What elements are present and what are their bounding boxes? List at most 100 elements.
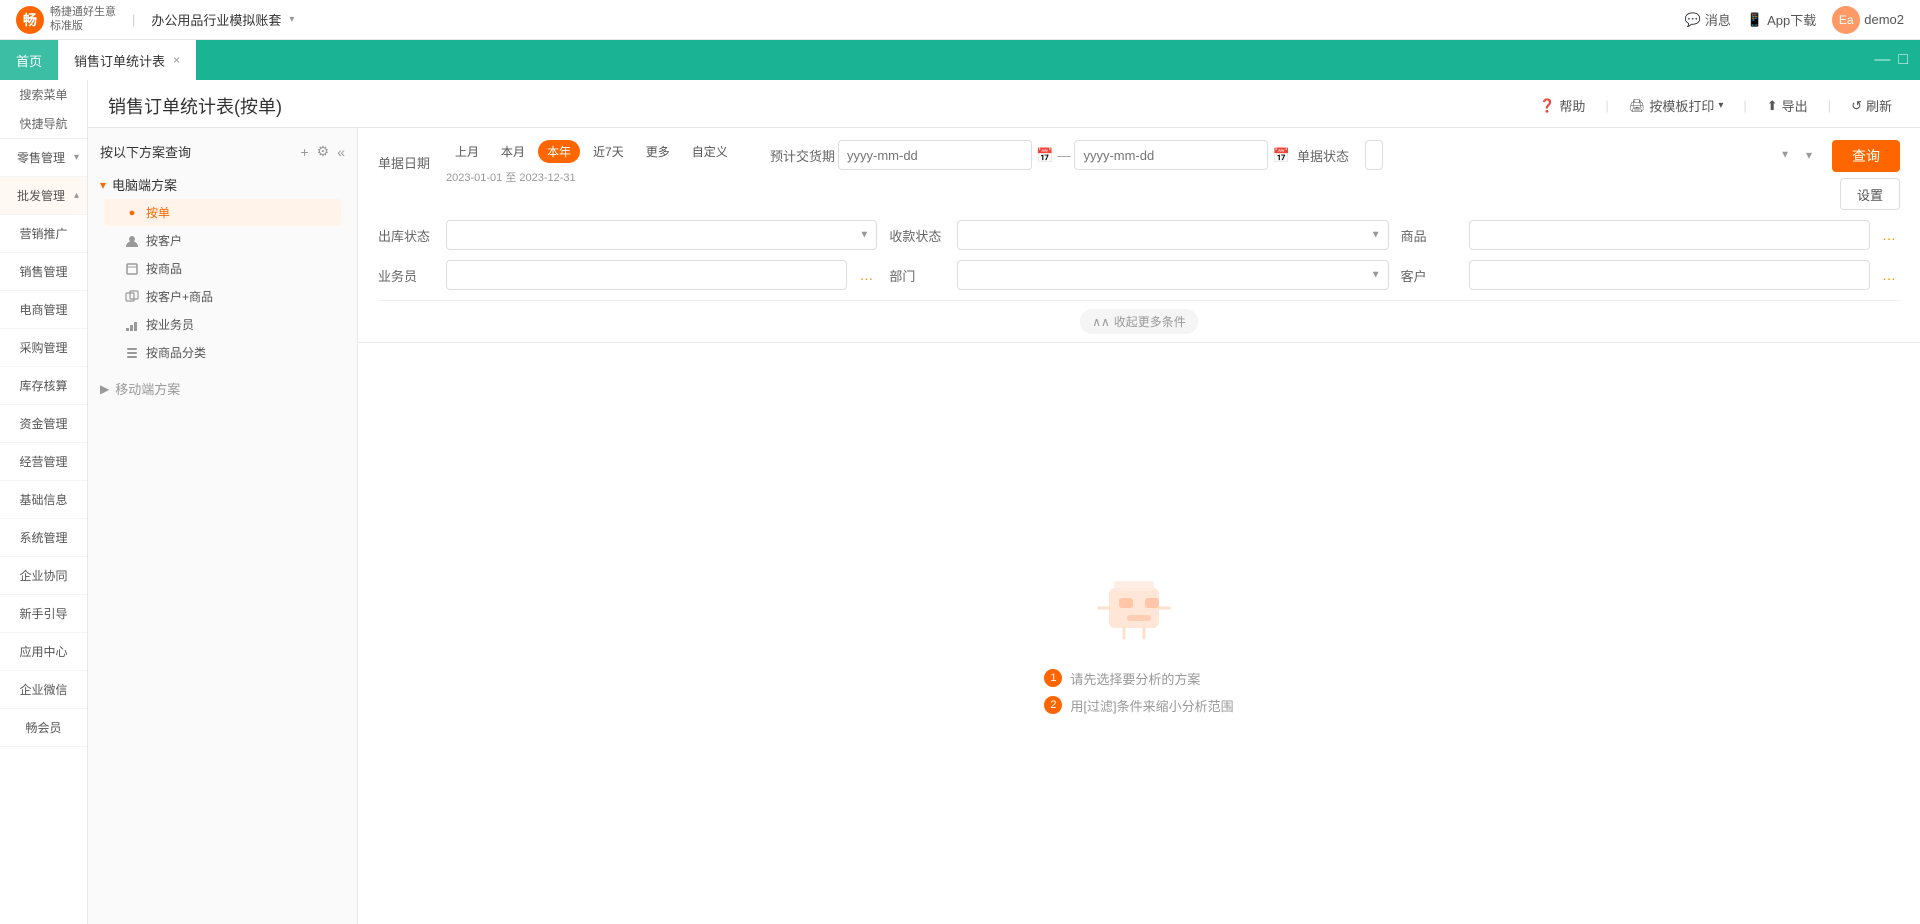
scheme-item-by-customer[interactable]: 按客户 [104, 227, 341, 254]
salesman-ellipsis-icon[interactable]: … [855, 267, 877, 283]
app-download-button[interactable]: 📱 App下载 [1747, 10, 1816, 29]
print-button[interactable]: 🖨 按模板打印 ▾ [1621, 92, 1732, 119]
sidebar-item-inventory[interactable]: 库存核算 [0, 367, 87, 405]
shortcut-7days[interactable]: 近7天 [584, 140, 633, 163]
bill-status-select-wrapper [1365, 140, 1798, 170]
bill-status-select[interactable] [1365, 140, 1383, 170]
tab-sales-order-stats[interactable]: 销售订单统计表 × [58, 40, 196, 80]
customer-input[interactable] [1469, 260, 1870, 290]
sidebar-item-member[interactable]: 畅会员 [0, 709, 87, 747]
expected-date-from[interactable] [838, 140, 1032, 170]
scheme-item-by-goods-category[interactable]: 按商品分类 [104, 339, 341, 366]
query-button[interactable]: 查询 [1832, 140, 1900, 172]
scheme-item-icon-salesman [124, 317, 140, 333]
goods-input[interactable] [1469, 220, 1870, 250]
empty-illustration [1089, 553, 1189, 653]
empty-tip-2: 2 用[过滤]条件来缩小分析范围 [1044, 696, 1233, 715]
tab-home[interactable]: 首页 [0, 40, 58, 80]
expected-date-to[interactable] [1074, 140, 1268, 170]
mobile-category-toggle[interactable]: ▶ 移动端方案 [100, 375, 345, 402]
customer-label: 客户 [1401, 266, 1461, 285]
help-button[interactable]: ❓ 帮助 [1531, 92, 1593, 119]
salesman-input[interactable] [446, 260, 847, 290]
bill-status-field: 单据状态 ▾ [1297, 140, 1812, 170]
empty-state: 1 请先选择要分析的方案 2 用[过滤]条件来缩小分析范围 [358, 343, 1920, 924]
scheme-add-icon[interactable]: + [300, 144, 308, 160]
user-menu[interactable]: Ea demo2 [1832, 6, 1904, 34]
receipt-status-select[interactable] [957, 220, 1388, 250]
pc-scheme-category: ▾ 电脑端方案 ● 按单 按客户 [88, 167, 357, 371]
message-button[interactable]: 💬 消息 [1685, 10, 1731, 29]
scheme-item-by-goods[interactable]: 按商品 [104, 255, 341, 282]
customer-ellipsis-icon[interactable]: … [1878, 267, 1900, 283]
scheme-item-icon-customer-goods [124, 289, 140, 305]
shortcut-this-month[interactable]: 本月 [492, 140, 534, 163]
scheme-item-icon-goods-category [124, 345, 140, 361]
goods-ellipsis-icon[interactable]: … [1878, 227, 1900, 243]
print-dropdown-icon[interactable]: ▾ [1718, 100, 1723, 111]
refresh-button[interactable]: ↺ 刷新 [1843, 92, 1900, 119]
sidebar-quick-nav[interactable]: 快捷导航 [0, 109, 87, 139]
scheme-item-by-customer-goods[interactable]: 按客户+商品 [104, 283, 341, 310]
tab-maximize-icon[interactable]: □ [1898, 51, 1908, 69]
pc-category-toggle[interactable]: ▾ 电脑端方案 [100, 171, 345, 198]
app-title: 办公用品行业模拟账套 [151, 10, 281, 29]
empty-tips: 1 请先选择要分析的方案 2 用[过滤]条件来缩小分析范围 [1044, 669, 1233, 715]
bill-date-label: 单据日期 [378, 153, 438, 172]
sidebar-item-system[interactable]: 系统管理 [0, 519, 87, 557]
nav-tabs: 首页 销售订单统计表 × — □ [0, 40, 1920, 80]
sidebar-item-purchase[interactable]: 采购管理 [0, 329, 87, 367]
sidebar-item-marketing[interactable]: 营销推广 [0, 215, 87, 253]
page-actions: ❓ 帮助 | 🖨 按模板打印 ▾ | ⬆ 导出 | ↺ 刷新 [1531, 92, 1900, 119]
page-header: 销售订单统计表(按单) ❓ 帮助 | 🖨 按模板打印 ▾ | ⬆ 导出 | [88, 80, 1920, 128]
export-button[interactable]: ⬆ 导出 [1759, 92, 1816, 119]
main-layout: 搜索菜单 快捷导航 零售管理 ▾ 批发管理 ▴ 营销推广 销售管理 电商管理 采… [0, 80, 1920, 924]
user-avatar: Ea [1832, 6, 1860, 34]
scheme-item-icon-customer [124, 233, 140, 249]
sidebar-item-sales[interactable]: 销售管理 [0, 253, 87, 291]
sidebar-item-wechat[interactable]: 企业微信 [0, 671, 87, 709]
sidebar-item-enterprise[interactable]: 企业协同 [0, 557, 87, 595]
sidebar-item-finance[interactable]: 资金管理 [0, 405, 87, 443]
wholesale-expand-icon: ▴ [74, 190, 79, 201]
bottom-section: 按以下方案查询 + ⚙ « ▾ 电脑端方案 ● 按单 [88, 128, 1920, 924]
scheme-edit-icon[interactable]: ⚙ [317, 143, 330, 160]
settings-button[interactable]: 设置 [1840, 178, 1900, 210]
shortcut-more[interactable]: 更多 [637, 140, 679, 163]
date-range-inputs: 📅 — 📅 [838, 140, 1290, 170]
shortcut-last-month[interactable]: 上月 [446, 140, 488, 163]
right-content: 单据日期 上月 本月 本年 近7天 更多 自定义 20 [358, 128, 1920, 924]
shortcut-custom[interactable]: 自定义 [683, 140, 737, 163]
receipt-status-label: 收款状态 [889, 226, 949, 245]
scheme-item-by-order[interactable]: ● 按单 [104, 199, 341, 226]
date-to-calendar-icon[interactable]: 📅 [1272, 147, 1289, 164]
delivery-status-select[interactable] [446, 220, 877, 250]
delivery-status-label: 出库状态 [378, 226, 438, 245]
scheme-item-by-salesman[interactable]: 按业务员 [104, 311, 341, 338]
receipt-status-select-wrapper [957, 220, 1388, 250]
bill-status-dropdown-icon[interactable]: ▾ [1806, 148, 1812, 162]
top-bar: 畅 畅捷通好生意 标准版 | 办公用品行业模拟账套 ▾ 💬 消息 📱 App下载… [0, 0, 1920, 40]
customer-field: 客户 … [1401, 260, 1900, 290]
tab-close-icon[interactable]: × [173, 53, 180, 67]
dept-select[interactable] [957, 260, 1388, 290]
print-icon: 🖨 [1629, 98, 1646, 114]
salesman-label: 业务员 [378, 266, 438, 285]
sidebar-item-wholesale[interactable]: 批发管理 ▴ [0, 177, 87, 215]
sidebar-item-app-center[interactable]: 应用中心 [0, 633, 87, 671]
date-from-calendar-icon[interactable]: 📅 [1036, 147, 1053, 164]
collapse-bar: ∧∧ 收起更多条件 [378, 300, 1900, 342]
logo-area: 畅 畅捷通好生意 标准版 [16, 6, 116, 34]
shortcut-this-year[interactable]: 本年 [538, 140, 580, 163]
scheme-collapse-icon[interactable]: « [337, 144, 345, 160]
sidebar-item-retail[interactable]: 零售管理 ▾ [0, 139, 87, 177]
sidebar-item-basic-info[interactable]: 基础信息 [0, 481, 87, 519]
sidebar-item-guide[interactable]: 新手引导 [0, 595, 87, 633]
tab-minimize-icon[interactable]: — [1874, 51, 1890, 69]
collapse-button[interactable]: ∧∧ 收起更多条件 [1080, 309, 1198, 334]
app-title-dropdown-icon[interactable]: ▾ [289, 14, 294, 25]
sidebar-item-ecommerce[interactable]: 电商管理 [0, 291, 87, 329]
collapse-up-icon: ∧∧ [1092, 315, 1110, 329]
sidebar-search[interactable]: 搜索菜单 [0, 80, 87, 109]
sidebar-item-operations[interactable]: 经营管理 [0, 443, 87, 481]
